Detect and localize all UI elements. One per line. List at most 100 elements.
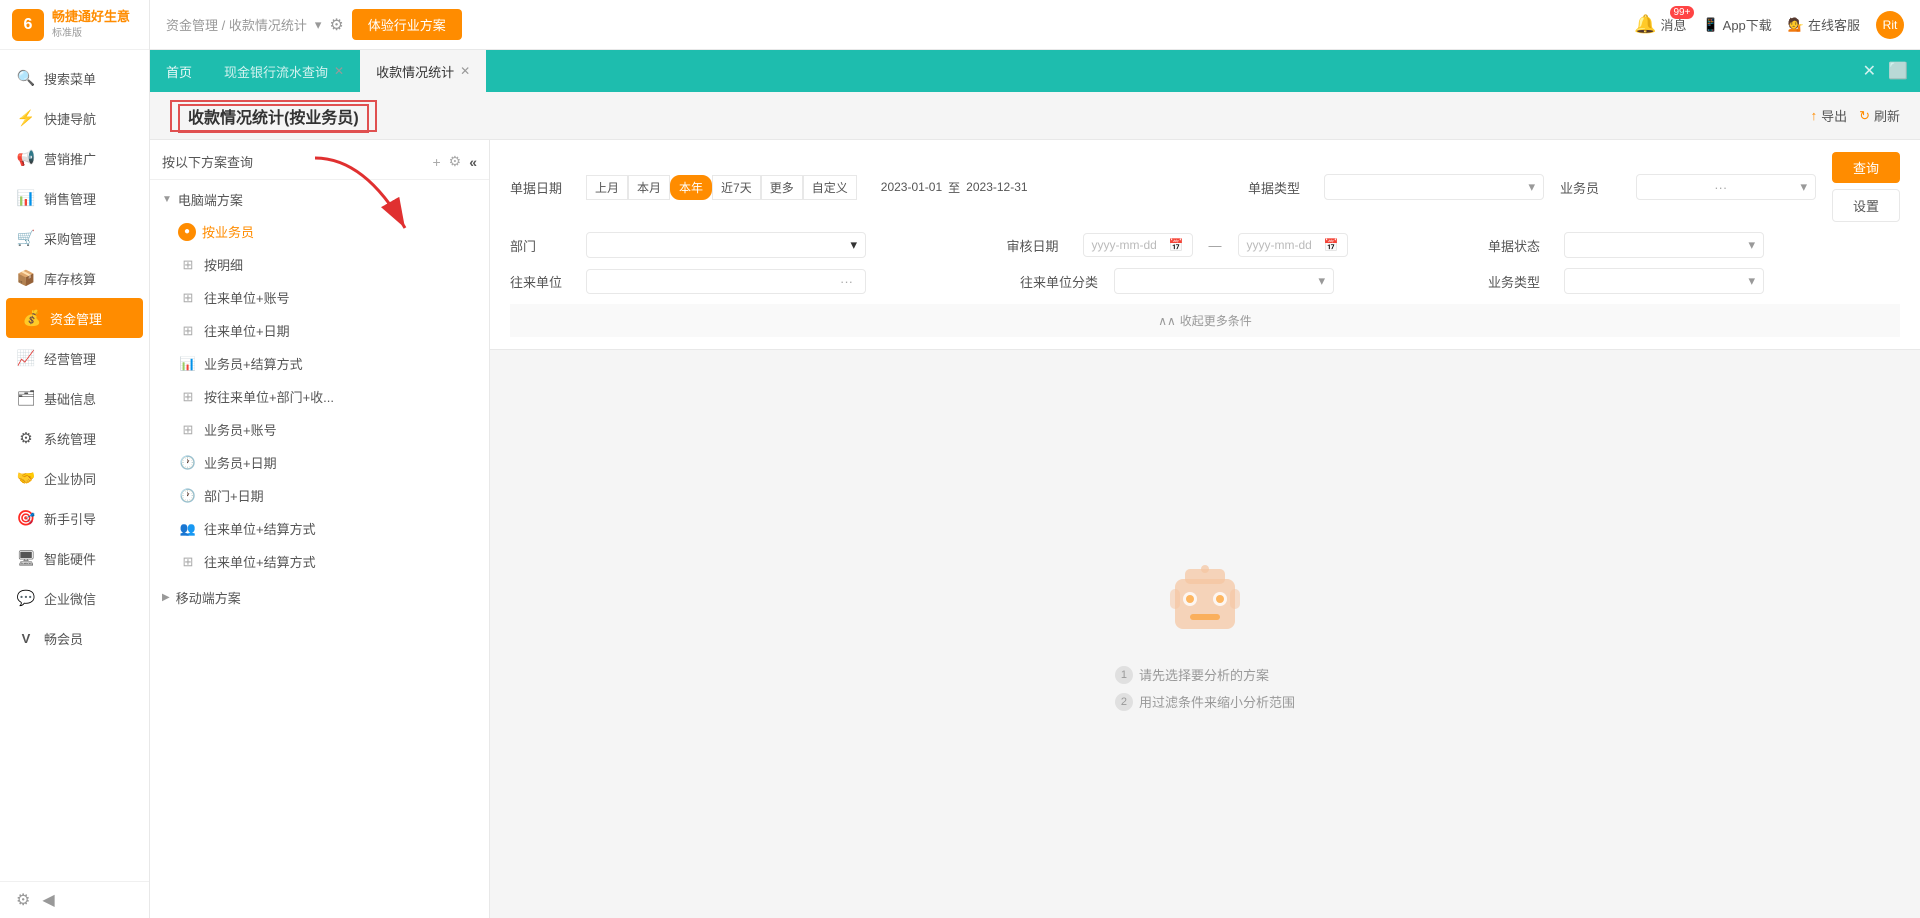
app-download-btn[interactable]: 📱 App下载	[1702, 15, 1771, 34]
query-button[interactable]: 查询	[1832, 152, 1900, 183]
audit-date-to[interactable]: yyyy-mm-dd 📅	[1238, 233, 1348, 257]
header-settings-icon[interactable]: ⚙	[329, 15, 343, 35]
people-icon: 👥	[178, 521, 198, 537]
scheme-partner-payment2[interactable]: ⊞ 往来单位+结算方式	[150, 545, 489, 578]
page-actions: ↑ 导出 ↻ 刷新	[1811, 106, 1900, 125]
export-button[interactable]: ↑ 导出	[1811, 106, 1848, 125]
shortcut-custom[interactable]: 自定义	[803, 175, 857, 200]
guide-icon: 🎯	[16, 508, 36, 528]
mobile-group-title[interactable]: ▶ 移动端方案	[150, 582, 489, 613]
sidebar: 6 畅捷通好生意 标准版 🔍 搜索菜单 ⚡ 快捷导航 📢 营销推广 📊 销售管理…	[0, 0, 150, 918]
audit-date-from[interactable]: yyyy-mm-dd 📅	[1083, 233, 1193, 257]
empty-steps: 1 请先选择要分析的方案 2 用过滤条件来缩小分析范围	[1115, 665, 1295, 719]
shortcut-this-month[interactable]: 本月	[628, 175, 670, 200]
grid-icon-3: ⊞	[178, 323, 198, 339]
basic-icon: 🗂	[16, 388, 36, 408]
enterprise-icon: 🤝	[16, 468, 36, 488]
tab-home[interactable]: 首页	[150, 50, 208, 92]
grid-icon-2: ⊞	[178, 290, 198, 306]
scheme-partner-date[interactable]: ⊞ 往来单位+日期	[150, 314, 489, 347]
partner-select[interactable]: ···	[586, 269, 866, 294]
scheme-partner-account[interactable]: ⊞ 往来单位+账号	[150, 281, 489, 314]
shortcut-more[interactable]: 更多	[761, 175, 803, 200]
export-icon: ↑	[1811, 108, 1818, 123]
salesman-label: 业务员	[1560, 178, 1620, 197]
shortcut-this-year[interactable]: 本年	[670, 175, 712, 200]
scheme-settings-icon[interactable]: ⚙	[449, 153, 462, 170]
sidebar-item-enterprise[interactable]: 🤝 企业协同	[0, 458, 149, 498]
sidebar-item-purchase[interactable]: 🛒 采购管理	[0, 218, 149, 258]
message-badge[interactable]: 🔔 消息 99+	[1634, 14, 1686, 35]
tab-maximize-icon[interactable]: ⬜	[1888, 61, 1908, 81]
sidebar-item-sales[interactable]: 📊 销售管理	[0, 178, 149, 218]
scheme-salesman-account[interactable]: ⊞ 业务员+账号	[150, 413, 489, 446]
doc-type-label: 单据类型	[1248, 178, 1308, 197]
biz-type-select[interactable]: ▾	[1564, 268, 1764, 294]
mobile-scheme-group: ▶ 移动端方案	[150, 582, 489, 613]
desktop-scheme-group: ▼ 电脑端方案 ● 按业务员 ⊞ 按明细 ⊞ 往来单位+账号 ⊞	[150, 184, 489, 578]
top-header: 资金管理 / 收款情况统计 ▾ ⚙ 体验行业方案 🔔 消息 99+ 📱 App下…	[150, 0, 1920, 50]
collapse-panel-icon[interactable]: «	[469, 154, 477, 170]
sales-icon: 📊	[16, 188, 36, 208]
shortcut-7days[interactable]: 近7天	[712, 175, 761, 200]
tab-close-all-icon[interactable]: ✕	[1863, 61, 1876, 81]
partner-type-select[interactable]: ▾	[1114, 268, 1334, 294]
tab-receipts-close[interactable]: ✕	[460, 64, 470, 78]
scheme-salesman-date[interactable]: 🕐 业务员+日期	[150, 446, 489, 479]
online-service-btn[interactable]: 💁 在线客服	[1788, 15, 1860, 34]
collapse-bar[interactable]: ∧∧ 收起更多条件	[510, 304, 1900, 337]
logo-icon: 6	[12, 9, 44, 41]
collapse-sidebar-icon[interactable]: ◀	[42, 890, 54, 910]
biz-type-label: 业务类型	[1488, 272, 1548, 291]
page-title: 收款情况统计(按业务员)	[178, 104, 369, 133]
refresh-icon: ↻	[1859, 108, 1870, 124]
purchase-icon: 🛒	[16, 228, 36, 248]
scheme-partner-payment1[interactable]: 👥 往来单位+结算方式	[150, 512, 489, 545]
breadcrumb-dropdown-icon[interactable]: ▾	[315, 17, 322, 33]
sidebar-item-system[interactable]: ⚙ 系统管理	[0, 418, 149, 458]
grid-icon-5: ⊞	[178, 422, 198, 438]
chart-icon: 📊	[178, 356, 198, 372]
clock-icon-1: 🕐	[178, 455, 198, 471]
sidebar-item-quicknav[interactable]: ⚡ 快捷导航	[0, 98, 149, 138]
scheme-dept-date[interactable]: 🕐 部门+日期	[150, 479, 489, 512]
sidebar-item-basic[interactable]: 🗂 基础信息	[0, 378, 149, 418]
panel-header-actions: + ⚙ «	[432, 153, 477, 170]
tab-bar-right: ✕ ⬜	[1863, 61, 1920, 81]
trial-button[interactable]: 体验行业方案	[352, 9, 462, 40]
scheme-salesman-payment[interactable]: 📊 业务员+结算方式	[150, 347, 489, 380]
partner-type-dropdown-icon: ▾	[1318, 273, 1325, 289]
sidebar-item-member[interactable]: V 畅会员	[0, 618, 149, 658]
salesman-more-icon: ···	[1714, 180, 1727, 195]
salesman-select[interactable]: ··· ▾	[1636, 174, 1816, 200]
header-right: 🔔 消息 99+ 📱 App下载 💁 在线客服 Rit	[1634, 11, 1904, 39]
sidebar-item-guide[interactable]: 🎯 新手引导	[0, 498, 149, 538]
doc-type-select[interactable]: ▾	[1324, 174, 1544, 200]
desktop-group-title[interactable]: ▼ 电脑端方案	[150, 184, 489, 215]
sidebar-item-marketing[interactable]: 📢 营销推广	[0, 138, 149, 178]
tab-receipts[interactable]: 收款情况统计 ✕	[360, 50, 486, 92]
scheme-by-salesman[interactable]: ● 按业务员	[150, 215, 489, 248]
sidebar-item-inventory[interactable]: 📦 库存核算	[0, 258, 149, 298]
doc-status-select[interactable]: ▾	[1564, 232, 1764, 258]
user-avatar[interactable]: Rit	[1876, 11, 1904, 39]
sidebar-item-operation[interactable]: 📈 经营管理	[0, 338, 149, 378]
tab-bank-close[interactable]: ✕	[334, 64, 344, 78]
dept-select[interactable]: ▾	[586, 232, 866, 258]
tab-bank[interactable]: 现金银行流水查询 ✕	[208, 50, 360, 92]
sidebar-item-finance[interactable]: 💰 资金管理	[6, 298, 143, 338]
refresh-button[interactable]: ↻ 刷新	[1859, 106, 1900, 125]
sidebar-item-search[interactable]: 🔍 搜索菜单	[0, 58, 149, 98]
scheme-by-detail[interactable]: ⊞ 按明细	[150, 248, 489, 281]
sidebar-item-wechat[interactable]: 💬 企业微信	[0, 578, 149, 618]
salesman-dropdown-icon: ▾	[1800, 179, 1807, 195]
scheme-partner-dept-recv[interactable]: ⊞ 按往来单位+部门+收...	[150, 380, 489, 413]
shortcut-last-month[interactable]: 上月	[586, 175, 628, 200]
search-icon: 🔍	[16, 68, 36, 88]
audit-date-label: 审核日期	[1007, 236, 1067, 255]
settings-bottom-icon[interactable]: ⚙	[16, 890, 30, 910]
inventory-icon: 📦	[16, 268, 36, 288]
sidebar-item-hardware[interactable]: 🖥 智能硬件	[0, 538, 149, 578]
add-scheme-icon[interactable]: +	[432, 154, 440, 170]
settings-button[interactable]: 设置	[1832, 189, 1900, 222]
